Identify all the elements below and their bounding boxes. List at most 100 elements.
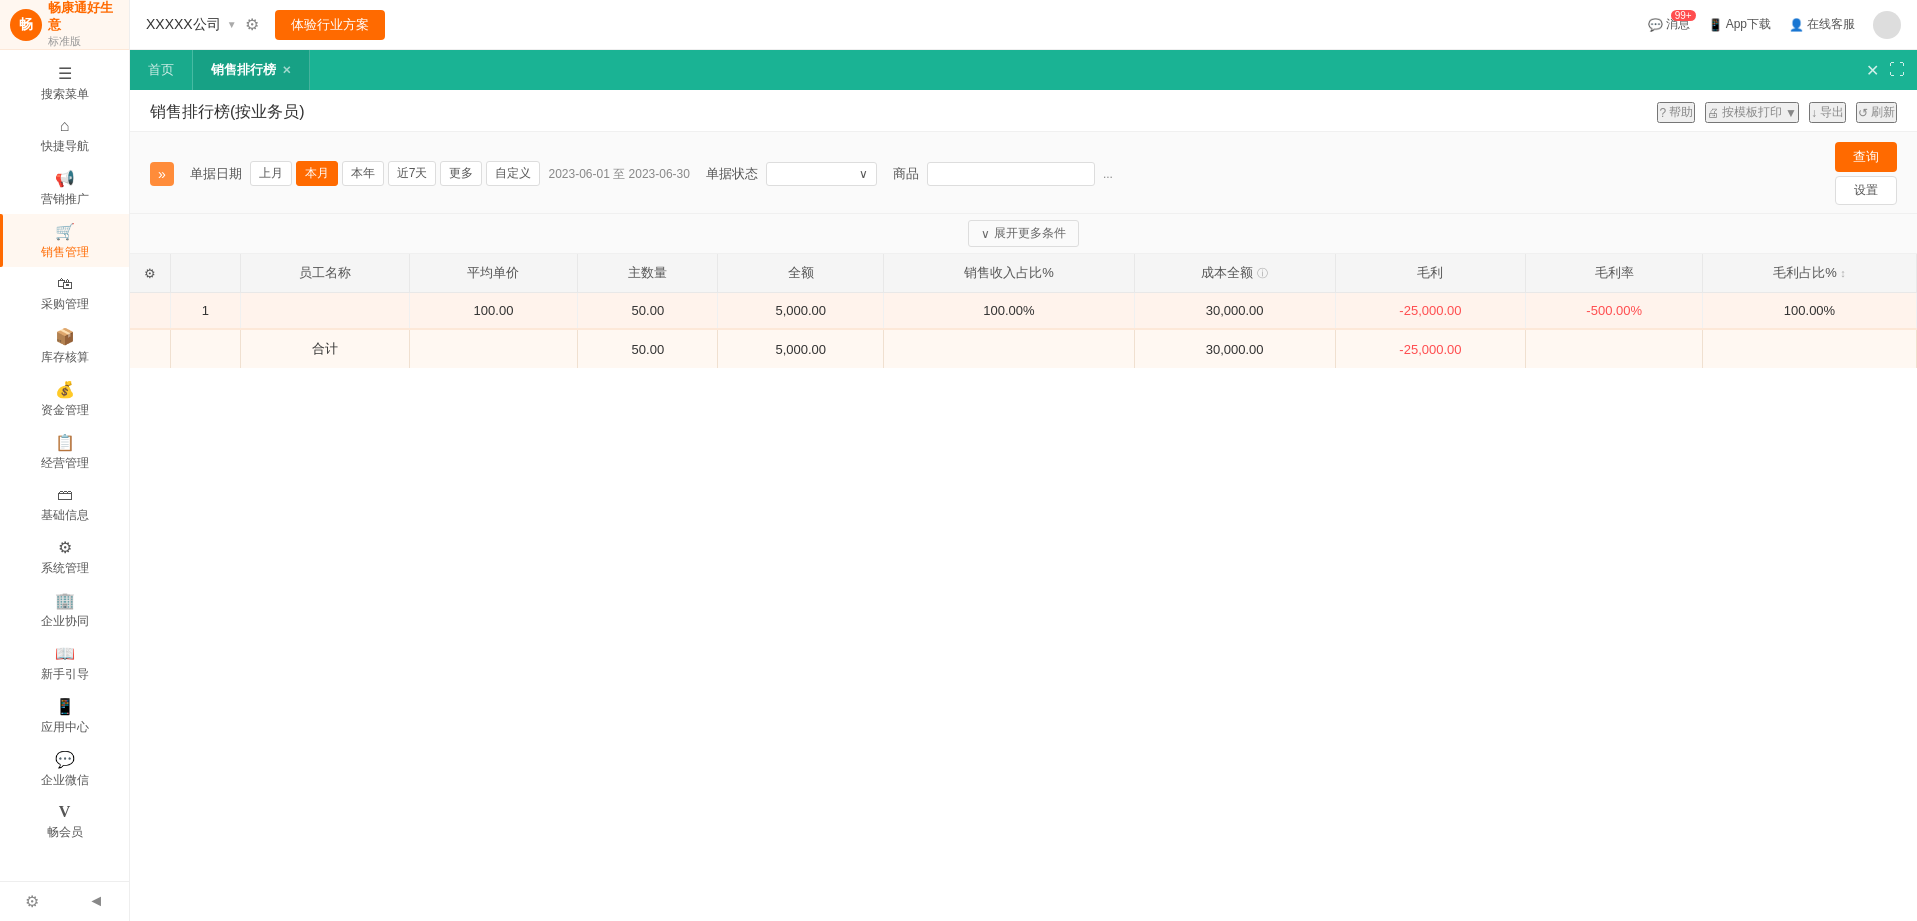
period-last-7days[interactable]: 近7天 bbox=[388, 161, 437, 186]
sidebar-logo: 畅 畅康通好生意 标准版 bbox=[0, 0, 129, 50]
col-amount: 全额 bbox=[718, 254, 884, 293]
period-more[interactable]: 更多 bbox=[440, 161, 482, 186]
expand-more-button[interactable]: ∨ 展开更多条件 bbox=[968, 220, 1079, 247]
sidebar-footer: ⚙ ◄ bbox=[0, 881, 129, 921]
tabbar-right-controls: ✕ ⛶ bbox=[1854, 50, 1917, 90]
filter-expand-button[interactable]: » bbox=[150, 162, 174, 186]
tab-sales-rank-label: 销售排行榜 bbox=[211, 61, 276, 79]
sidebar-item-search[interactable]: ☰ 搜索菜单 bbox=[0, 56, 129, 109]
membership-icon: V bbox=[59, 803, 71, 821]
print-button[interactable]: 🖨 按模板打印 ▼ bbox=[1705, 102, 1799, 123]
row-employee-cell bbox=[241, 293, 410, 330]
col-cost: 成本全额 ⓘ bbox=[1134, 254, 1335, 293]
tab-fullscreen-icon[interactable]: ⛶ bbox=[1889, 61, 1905, 79]
purchase-icon: 🛍 bbox=[57, 275, 73, 293]
trial-plan-button[interactable]: 体验行业方案 bbox=[275, 10, 385, 40]
tab-home[interactable]: 首页 bbox=[130, 50, 193, 90]
sales-rank-table: ⚙ 员工名称 平均单价 主数量 全额 销售收入占比% 成本全额 ⓘ 毛利 毛利率 bbox=[130, 254, 1917, 368]
tab-close-icon[interactable]: ✕ bbox=[282, 64, 291, 77]
refresh-icon: ↺ bbox=[1858, 106, 1868, 120]
data-table-container: ⚙ 员工名称 平均单价 主数量 全额 销售收入占比% 成本全额 ⓘ 毛利 毛利率 bbox=[130, 254, 1917, 921]
period-last-month[interactable]: 上月 bbox=[250, 161, 292, 186]
home-icon: ⌂ bbox=[60, 117, 70, 135]
goods-filter-label: 商品 bbox=[893, 165, 919, 183]
sidebar-item-marketing[interactable]: 📢 营销推广 bbox=[0, 161, 129, 214]
topbar-settings-icon[interactable]: ⚙ bbox=[245, 15, 259, 34]
sidebar-item-system[interactable]: ⚙ 系统管理 bbox=[0, 530, 129, 583]
sidebar-item-purchase[interactable]: 🛍 采购管理 bbox=[0, 267, 129, 319]
sidebar-item-app-center[interactable]: 📱 应用中心 bbox=[0, 689, 129, 742]
expand-more-row: ∨ 展开更多条件 bbox=[130, 214, 1917, 254]
gross-pct-sort-icon[interactable]: ↕ bbox=[1840, 267, 1846, 279]
goods-input[interactable] bbox=[927, 162, 1095, 186]
topbar-right: 💬 消息 99+ 📱 App下载 👤 在线客服 bbox=[1648, 11, 1901, 39]
help-button[interactable]: ? 帮助 bbox=[1657, 102, 1695, 123]
sales-icon: 🛒 bbox=[55, 222, 75, 241]
period-custom[interactable]: 自定义 bbox=[486, 161, 540, 186]
app-download-button[interactable]: 📱 App下载 bbox=[1708, 16, 1771, 33]
sidebar-item-membership[interactable]: V 畅会员 bbox=[0, 795, 129, 847]
sidebar-item-quick-nav[interactable]: ⌂ 快捷导航 bbox=[0, 109, 129, 161]
row-avg-price-cell: 100.00 bbox=[409, 293, 578, 330]
row-gross-cell: -25,000.00 bbox=[1335, 293, 1526, 330]
period-buttons: 上月 本月 本年 近7天 更多 自定义 bbox=[250, 161, 541, 186]
page-content: 销售排行榜(按业务员) ? 帮助 🖨 按模板打印 ▼ ↓ 导出 ↺ 刷新 bbox=[130, 90, 1917, 921]
refresh-button[interactable]: ↺ 刷新 bbox=[1856, 102, 1897, 123]
brand-text: 畅康通好生意 标准版 bbox=[48, 0, 119, 48]
filter-status-group: 单据状态 ∨ bbox=[706, 162, 877, 186]
period-this-month[interactable]: 本月 bbox=[296, 161, 338, 186]
print-label: 按模板打印 bbox=[1722, 104, 1782, 121]
corp-collab-icon: 🏢 bbox=[55, 591, 75, 610]
sidebar-item-inventory[interactable]: 📦 库存核算 bbox=[0, 319, 129, 372]
query-button[interactable]: 查询 bbox=[1835, 142, 1897, 172]
col-avg-price: 平均单价 bbox=[409, 254, 578, 293]
col-gross: 毛利 bbox=[1335, 254, 1526, 293]
expand-icon: » bbox=[158, 166, 166, 182]
message-button[interactable]: 💬 消息 99+ bbox=[1648, 16, 1690, 33]
col-sales-pct: 销售收入占比% bbox=[884, 254, 1135, 293]
main-content: XXXXX公司 ▼ ⚙ 体验行业方案 💬 消息 99+ 📱 App下载 👤 在线… bbox=[130, 0, 1917, 921]
sidebar-item-operations[interactable]: 📋 经营管理 bbox=[0, 425, 129, 478]
row-cost-cell: 30,000.00 bbox=[1134, 293, 1335, 330]
company-selector[interactable]: XXXXX公司 ▼ bbox=[146, 16, 237, 34]
row-gross-rate-cell: -500.00% bbox=[1526, 293, 1703, 330]
print-icon: 🖨 bbox=[1707, 106, 1719, 120]
sidebar-item-sales[interactable]: 🛒 销售管理 bbox=[0, 214, 129, 267]
sidebar-collapse-button[interactable]: ◄ bbox=[88, 892, 104, 911]
basic-info-icon: 🗃 bbox=[57, 486, 73, 504]
expand-more-icon: ∨ bbox=[981, 227, 990, 241]
user-avatar[interactable] bbox=[1873, 11, 1901, 39]
col-gross-rate: 毛利率 bbox=[1526, 254, 1703, 293]
sidebar-item-basic-info[interactable]: 🗃 基础信息 bbox=[0, 478, 129, 530]
print-dropdown-arrow: ▼ bbox=[1785, 106, 1797, 120]
system-icon: ⚙ bbox=[58, 538, 72, 557]
filter-bar: » 单据日期 上月 本月 本年 近7天 更多 自定义 2023-06-01 至 … bbox=[130, 132, 1917, 214]
goods-more-icon[interactable]: ... bbox=[1103, 167, 1113, 181]
filter-settings-button[interactable]: 设置 bbox=[1835, 176, 1897, 205]
app-center-icon: 📱 bbox=[55, 697, 75, 716]
sidebar-item-guide[interactable]: 📖 新手引导 bbox=[0, 636, 129, 689]
online-service-button[interactable]: 👤 在线客服 bbox=[1789, 16, 1855, 33]
footer-cost: 30,000.00 bbox=[1134, 329, 1335, 368]
col-settings[interactable]: ⚙ bbox=[130, 254, 170, 293]
tab-home-label: 首页 bbox=[148, 61, 174, 79]
footer-qty: 50.00 bbox=[578, 329, 718, 368]
export-button[interactable]: ↓ 导出 bbox=[1809, 102, 1846, 123]
footer-avg-price bbox=[409, 329, 578, 368]
export-label: 导出 bbox=[1820, 104, 1844, 121]
help-label: 帮助 bbox=[1669, 104, 1693, 121]
tab-sales-rank[interactable]: 销售排行榜 ✕ bbox=[193, 50, 310, 90]
sidebar-settings-button[interactable]: ⚙ bbox=[25, 892, 39, 911]
sidebar-item-finance[interactable]: 💰 资金管理 bbox=[0, 372, 129, 425]
period-this-year[interactable]: 本年 bbox=[342, 161, 384, 186]
tab-window-close-icon[interactable]: ✕ bbox=[1866, 61, 1879, 80]
company-name: XXXXX公司 bbox=[146, 16, 221, 34]
operations-icon: 📋 bbox=[55, 433, 75, 452]
inventory-icon: 📦 bbox=[55, 327, 75, 346]
sidebar-item-wechat[interactable]: 💬 企业微信 bbox=[0, 742, 129, 795]
status-select[interactable]: ∨ bbox=[766, 162, 877, 186]
app-download-label: App下载 bbox=[1726, 16, 1771, 33]
col-rank bbox=[170, 254, 241, 293]
sidebar-item-corp-collab[interactable]: 🏢 企业协同 bbox=[0, 583, 129, 636]
cost-info-icon[interactable]: ⓘ bbox=[1257, 267, 1268, 279]
